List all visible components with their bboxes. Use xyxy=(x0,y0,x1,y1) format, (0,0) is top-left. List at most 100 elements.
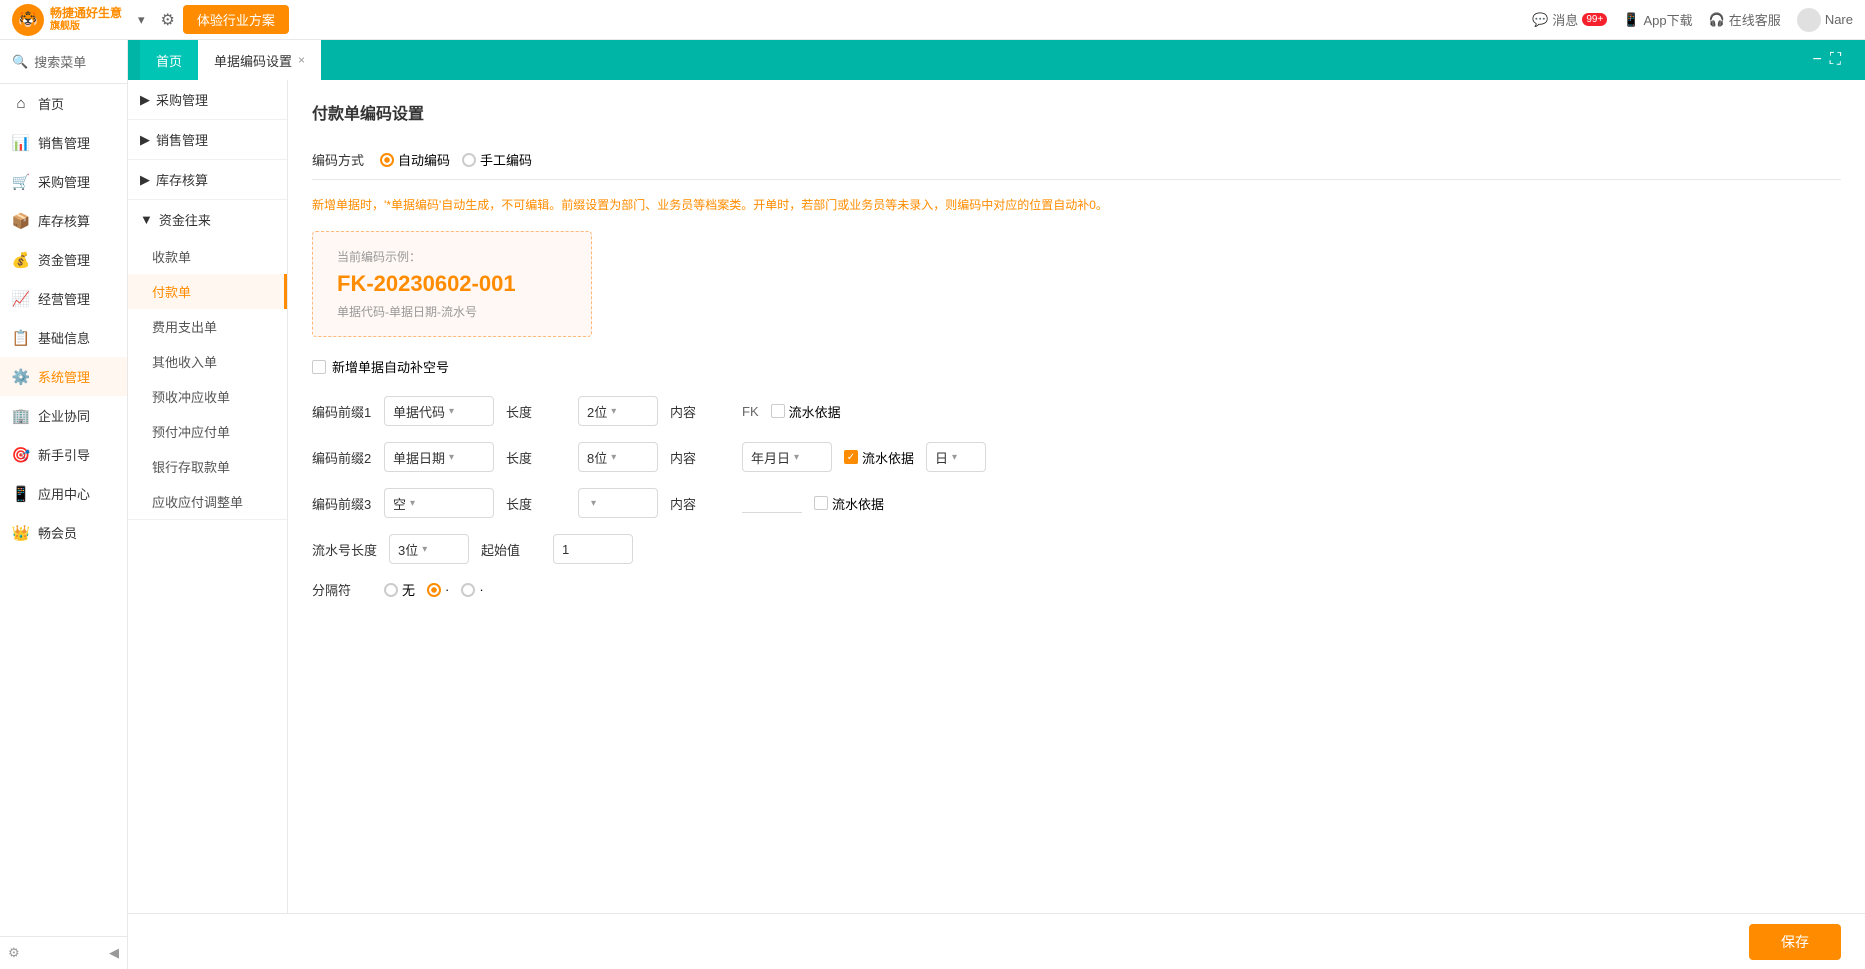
sep-none-radio[interactable]: 无 xyxy=(384,580,415,599)
serial-length-arrow: ▾ xyxy=(422,544,427,555)
info-text: 新增单据时，'*单据编码'自动生成，不可编辑。前缀设置为部门、业务员等档案类。开… xyxy=(312,196,1841,215)
save-button[interactable]: 保存 xyxy=(1749,924,1841,960)
purchase-icon: 🛒 xyxy=(12,173,30,191)
tab-home[interactable]: 首页 xyxy=(140,40,198,80)
sub-group-purchase: ▶ 采购管理 xyxy=(128,80,287,120)
length1-select[interactable]: 2位 ▾ xyxy=(578,396,658,426)
sidebar-item-enterprise[interactable]: 🏢 企业协同 xyxy=(0,396,127,435)
serial3-indicator xyxy=(814,496,828,510)
chevron-right-icon: ▶ xyxy=(140,92,150,108)
prefix2-select[interactable]: 单据日期 ▾ xyxy=(384,442,494,472)
length3-select[interactable]: ▾ xyxy=(578,488,658,518)
sidebar-item-finance[interactable]: 💰 资金管理 xyxy=(0,240,127,279)
auto-encode-radio[interactable]: 自动编码 xyxy=(380,150,450,169)
sub-item-receipt[interactable]: 收款单 xyxy=(128,239,287,274)
top-bar-left: 🐯 畅捷通好生意 旗舰版 ▾ ⚙ 体验行业方案 xyxy=(12,4,289,36)
maximize-icon[interactable]: ⛶ xyxy=(1830,51,1841,69)
online-service-btn[interactable]: 🎧 在线客服 xyxy=(1709,10,1781,29)
form-area: 付款单编码设置 编码方式 自动编码 手工编码 xyxy=(288,80,1865,913)
nav-dropdown[interactable]: ▾ xyxy=(130,8,153,32)
sep-underscore-radio[interactable]: · xyxy=(461,582,483,597)
app-download-btn[interactable]: 📱 App下载 xyxy=(1623,10,1692,29)
code-preview-desc: 单据代码-单据日期-流水号 xyxy=(337,303,567,320)
code-preview: 当前编码示例： FK-20230602-001 单据代码-单据日期-流水号 xyxy=(312,231,592,337)
serial3-checkbox[interactable]: 流水依据 xyxy=(814,494,884,513)
tab-close-icon[interactable]: × xyxy=(298,53,305,67)
serial-length-label: 流水号长度 xyxy=(312,540,377,559)
manual-encode-radio[interactable]: 手工编码 xyxy=(462,150,532,169)
sub-item-prepay-receivable[interactable]: 预收冲应收单 xyxy=(128,379,287,414)
search-btn[interactable]: 🔍 搜索菜单 xyxy=(8,48,119,75)
code-preview-label: 当前编码示例： xyxy=(337,248,567,265)
sub-item-bank[interactable]: 银行存取款单 xyxy=(128,449,287,484)
sidebar-item-guide[interactable]: 🎯 新手引导 xyxy=(0,435,127,474)
sub-group-sales: ▶ 销售管理 xyxy=(128,120,287,160)
serial1-indicator xyxy=(771,404,785,418)
message-btn[interactable]: 💬 消息 99+ xyxy=(1532,10,1607,29)
sub-header-sales[interactable]: ▶ 销售管理 xyxy=(128,120,287,159)
footer-settings-icon[interactable]: ⚙ xyxy=(8,945,20,961)
sidebar-item-system[interactable]: ⚙️ 系统管理 xyxy=(0,357,127,396)
content1-value: FK xyxy=(742,404,759,419)
basic-icon: 📋 xyxy=(12,329,30,347)
sub-group-finance: ▼ 资金往来 收款单 付款单 费用支出单 其他收入单 xyxy=(128,200,287,520)
experience-btn[interactable]: 体验行业方案 xyxy=(183,5,289,34)
sep-dash-radio[interactable]: · xyxy=(427,582,449,597)
start-value-input[interactable] xyxy=(553,534,633,564)
sub-item-adjust[interactable]: 应收应付调整单 xyxy=(128,484,287,519)
tab-encode-settings[interactable]: 单据编码设置 × xyxy=(198,40,321,80)
sidebar-item-basic[interactable]: 📋 基础信息 xyxy=(0,318,127,357)
manual-encode-indicator xyxy=(462,153,476,167)
sub-header-finance[interactable]: ▼ 资金往来 xyxy=(128,200,287,239)
settings-icon[interactable]: ⚙ xyxy=(161,10,175,30)
sidebar-item-inventory[interactable]: 📦 库存核算 xyxy=(0,201,127,240)
content2-label: 内容 xyxy=(670,448,730,467)
apps-icon: 📱 xyxy=(12,485,30,503)
prefix3-label: 编码前缀3 xyxy=(312,494,372,513)
sidebar-item-home[interactable]: ⌂ 首页 xyxy=(0,84,127,123)
serial1-checkbox[interactable]: 流水依据 xyxy=(771,402,841,421)
search-icon: 🔍 xyxy=(12,54,28,70)
auto-fill-row: 新增单据自动补空号 xyxy=(312,357,1841,376)
prefix1-label: 编码前缀1 xyxy=(312,402,372,421)
auto-fill-checkbox[interactable] xyxy=(312,360,326,374)
sidebar-search[interactable]: 🔍 搜索菜单 xyxy=(0,40,127,84)
enterprise-icon: 🏢 xyxy=(12,407,30,425)
prefix1-select[interactable]: 单据代码 ▾ xyxy=(384,396,494,426)
home-icon: ⌂ xyxy=(12,95,30,113)
service-icon: 🎧 xyxy=(1709,12,1725,28)
sub-group-inventory: ▶ 库存核算 xyxy=(128,160,287,200)
serial2-checkbox[interactable]: ✓ 流水依据 xyxy=(844,448,914,467)
sub-item-expense[interactable]: 费用支出单 xyxy=(128,309,287,344)
sep-dash-indicator xyxy=(427,583,441,597)
auto-fill-label: 新增单据自动补空号 xyxy=(332,357,449,376)
prefix3-select[interactable]: 空 ▾ xyxy=(384,488,494,518)
content2-arrow: ▾ xyxy=(794,452,799,463)
sub-header-inventory[interactable]: ▶ 库存核算 xyxy=(128,160,287,199)
user-menu[interactable]: Nare xyxy=(1797,8,1853,32)
sub-header-purchase[interactable]: ▶ 采购管理 xyxy=(128,80,287,119)
serial-length-select[interactable]: 3位 ▾ xyxy=(389,534,469,564)
length2-arrow: ▾ xyxy=(611,452,616,463)
sidebar-item-apps[interactable]: 📱 应用中心 xyxy=(0,474,127,513)
auto-encode-indicator xyxy=(380,153,394,167)
sidebar-item-purchase[interactable]: 🛒 采购管理 xyxy=(0,162,127,201)
content1-label: 内容 xyxy=(670,402,730,421)
app-icon: 📱 xyxy=(1623,12,1639,28)
serial2-period-select[interactable]: 日 ▾ xyxy=(926,442,986,472)
encode-mode-label: 编码方式 xyxy=(312,150,364,169)
sidebar-footer: ⚙ ◀ xyxy=(0,936,127,969)
minimize-icon[interactable]: − xyxy=(1812,51,1821,69)
content3-label: 内容 xyxy=(670,494,730,513)
sidebar-item-member[interactable]: 👑 畅会员 xyxy=(0,513,127,552)
sidebar-item-operation[interactable]: 📈 经营管理 xyxy=(0,279,127,318)
footer-collapse-icon[interactable]: ◀ xyxy=(109,945,119,961)
sub-item-payment[interactable]: 付款单 xyxy=(128,274,287,309)
content2-select[interactable]: 年月日 ▾ xyxy=(742,442,832,472)
sub-item-other-income[interactable]: 其他收入单 xyxy=(128,344,287,379)
sidebar-item-sales[interactable]: 📊 销售管理 xyxy=(0,123,127,162)
top-bar-right: 💬 消息 99+ 📱 App下载 🎧 在线客服 Nare xyxy=(1532,8,1853,32)
sub-item-prepay-payable[interactable]: 预付冲应付单 xyxy=(128,414,287,449)
length2-select[interactable]: 8位 ▾ xyxy=(578,442,658,472)
chevron-down-icon: ▼ xyxy=(140,212,153,227)
